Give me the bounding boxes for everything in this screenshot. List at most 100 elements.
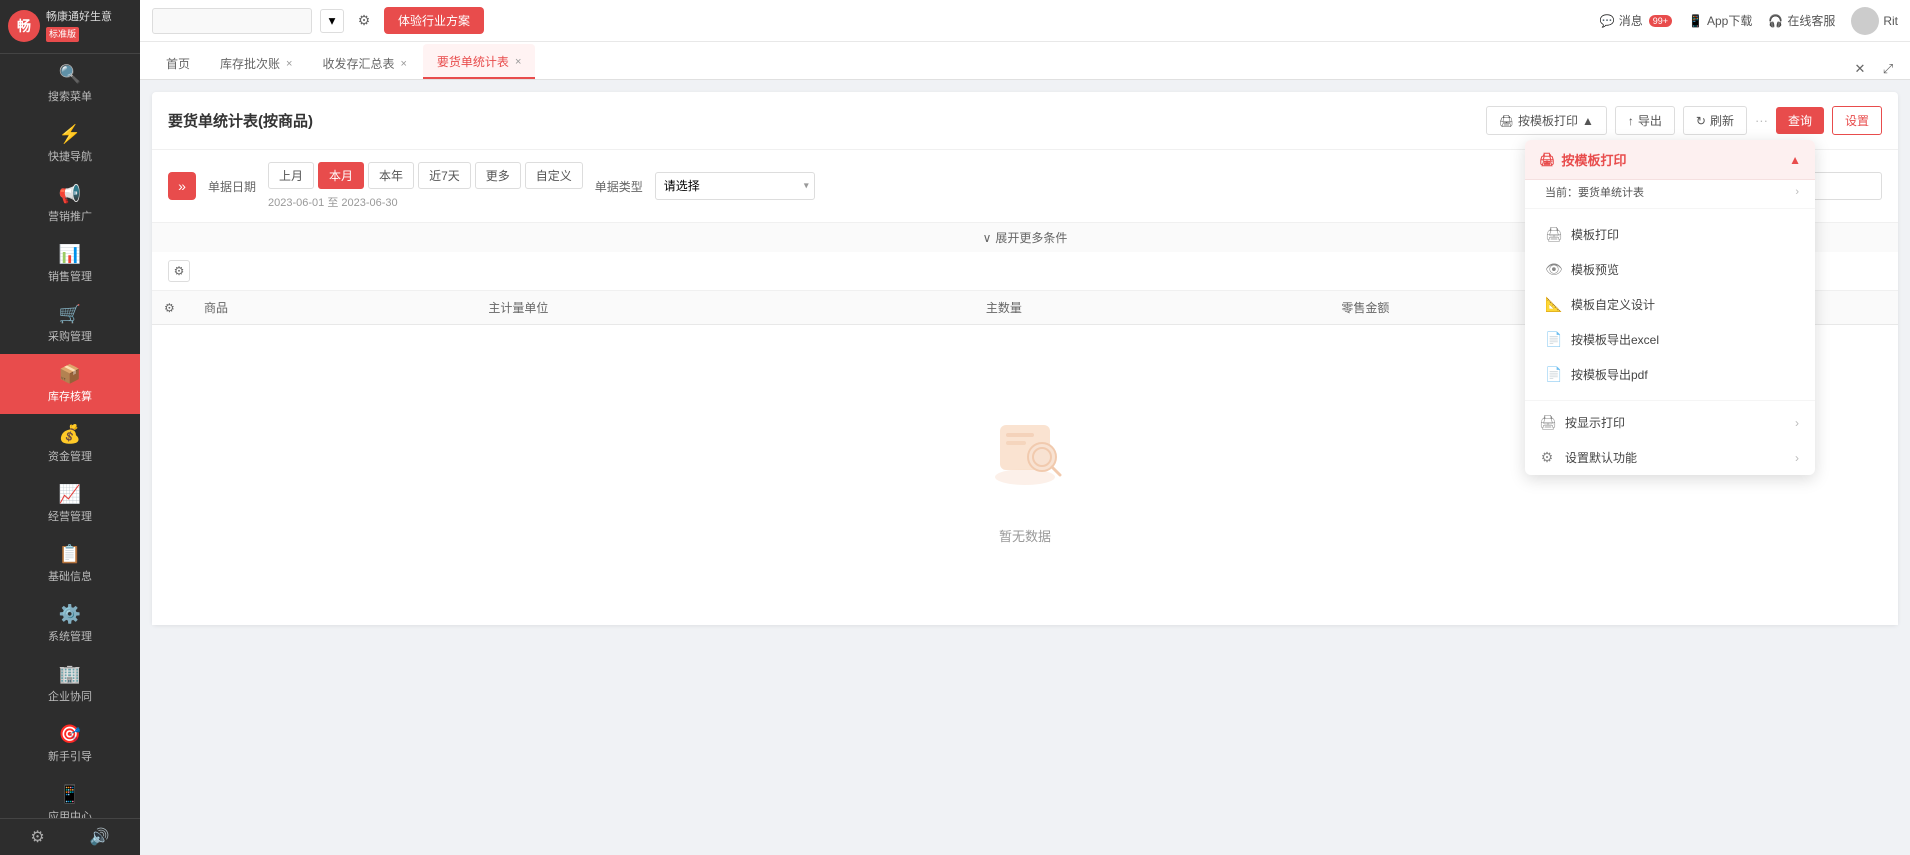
table-settings-btn[interactable]: ⚙: [168, 260, 190, 282]
dropdown-current-text: 当前：要货单统计表: [1545, 184, 1644, 200]
sidebar-item-label: 企业协同: [48, 688, 92, 704]
dropdown-item-export-pdf[interactable]: 📄 按模板导出pdf: [1525, 357, 1815, 392]
dropdown-sub-set-default[interactable]: ⚙ 设置默认功能 ›: [1525, 440, 1815, 475]
topbar-dropdown-btn[interactable]: ▾: [320, 9, 344, 33]
sidebar-item-finance[interactable]: 💰 资金管理: [0, 414, 140, 474]
dropdown-header: 🖨 按模板打印 ▲: [1525, 140, 1815, 180]
sidebar: 畅 畅康通好生意 标准版 🔍 搜索菜单 ⚡ 快捷导航 📢 营销推广 📊 销售管理…: [0, 0, 140, 855]
inventory-icon: 📦: [59, 364, 81, 385]
current-month-btn[interactable]: 本月: [318, 162, 364, 189]
dropdown-item-template-custom[interactable]: 📐 模板自定义设计: [1525, 287, 1815, 322]
app-download-btn[interactable]: 📱 App下载: [1688, 12, 1752, 29]
sidebar-item-purchase[interactable]: 🛒 采购管理: [0, 294, 140, 354]
print-btn-label: 按模板打印: [1518, 112, 1578, 129]
settings-btn[interactable]: 设置: [1832, 106, 1882, 135]
sidebar-item-marketing[interactable]: 📢 营销推广: [0, 174, 140, 234]
dropdown-item-template-preview[interactable]: 👁 模板预览: [1525, 252, 1815, 287]
tab-receipts-summary[interactable]: 收发存汇总表 ×: [308, 46, 420, 79]
online-service-btn[interactable]: 🎧 在线客服: [1768, 12, 1835, 29]
headset-icon: 🎧: [1768, 14, 1783, 28]
more-icon[interactable]: ···: [1755, 113, 1768, 128]
dropdown-items-section: 🖨 模板打印 👁 模板预览 📐 模板自定义设计 📄 按模板导出excel 📄 按…: [1525, 213, 1815, 396]
sales-icon: 📊: [59, 244, 81, 265]
dropdown-sub-display-left: 🖨 按显示打印: [1539, 414, 1625, 431]
sidebar-item-operation[interactable]: 📈 经营管理: [0, 474, 140, 534]
tab-receipts-summary-label: 收发存汇总表: [322, 55, 394, 72]
topbar-gear-icon[interactable]: ⚙: [352, 9, 376, 33]
dropdown-item-template-print[interactable]: 🖨 模板打印: [1525, 217, 1815, 252]
dropdown-sub-default-label: 设置默认功能: [1565, 449, 1637, 466]
dropdown-sub-display-print[interactable]: 🖨 按显示打印 ›: [1525, 405, 1815, 440]
sidebar-item-shortcut[interactable]: ⚡ 快捷导航: [0, 114, 140, 174]
export-btn-label: 导出: [1638, 112, 1662, 129]
messages-btn[interactable]: 💬 消息 99+: [1600, 12, 1672, 29]
dropdown-item-export-excel[interactable]: 📄 按模板导出excel: [1525, 322, 1815, 357]
date-buttons-group: 上月 本月 本年 近7天 更多 自定义 2023-06-01 至 2023-06…: [268, 162, 583, 210]
sidebar-item-sales[interactable]: 📊 销售管理: [0, 234, 140, 294]
empty-state-text: 暂无数据: [999, 526, 1051, 545]
messages-label: 消息: [1619, 12, 1643, 29]
page-title: 要货单统计表(按商品): [168, 110, 313, 131]
type-select[interactable]: 请选择: [655, 172, 815, 200]
sidebar-item-enterprise[interactable]: 🏢 企业协同: [0, 654, 140, 714]
tab-window-buttons: ✕ ⤢: [1850, 59, 1898, 79]
window-maximize-btn[interactable]: ⤢: [1878, 59, 1898, 79]
date-range-display: 2023-06-01 至 2023-06-30: [268, 194, 583, 210]
sidebar-item-newguide[interactable]: 🎯 新手引导: [0, 714, 140, 774]
tab-receipts-summary-close[interactable]: ×: [400, 58, 406, 70]
logo-tag: 标准版: [46, 27, 79, 42]
export-btn[interactable]: ↑ 导出: [1615, 106, 1675, 135]
tab-order-stats-label: 要货单统计表: [437, 53, 509, 70]
filter-expand-btn[interactable]: »: [168, 172, 196, 200]
more-date-btn[interactable]: 更多: [475, 162, 521, 189]
dropdown-item-template-custom-label: 模板自定义设计: [1571, 296, 1655, 313]
sidebar-item-basic[interactable]: 📋 基础信息: [0, 534, 140, 594]
prev-month-btn[interactable]: 上月: [268, 162, 314, 189]
user-label: Rit: [1883, 14, 1898, 28]
sidebar-item-label: 资金管理: [48, 448, 92, 464]
search-icon: 🔍: [59, 64, 81, 85]
sidebar-item-label: 销售管理: [48, 268, 92, 284]
window-close-btn[interactable]: ✕: [1850, 59, 1870, 79]
current-year-btn[interactable]: 本年: [368, 162, 414, 189]
query-btn[interactable]: 查询: [1776, 107, 1824, 134]
topbar-search-input[interactable]: [152, 8, 312, 34]
logo-icon: 畅: [8, 10, 40, 42]
sidebar-item-inventory[interactable]: 📦 库存核算: [0, 354, 140, 414]
settings-bottom-btn[interactable]: ⚙: [30, 827, 44, 847]
sidebar-item-search[interactable]: 🔍 搜索菜单: [0, 54, 140, 114]
tab-inventory-batch[interactable]: 库存批次账 ×: [206, 46, 306, 79]
tab-order-stats[interactable]: 要货单统计表 ×: [423, 44, 535, 79]
dropdown-item-template-preview-label: 模板预览: [1571, 261, 1619, 278]
speaker-bottom-btn[interactable]: 🔊: [90, 827, 110, 847]
sidebar-item-label: 系统管理: [48, 628, 92, 644]
sidebar-item-system[interactable]: ⚙️ 系统管理: [0, 594, 140, 654]
logo-name: 畅康通好生意: [46, 10, 112, 25]
last-7-days-btn[interactable]: 近7天: [418, 162, 471, 189]
print-btn[interactable]: 🖨 按模板打印 ▲: [1486, 106, 1607, 135]
sidebar-item-appcenter[interactable]: 📱 应用中心: [0, 774, 140, 818]
date-buttons-row: 上月 本月 本年 近7天 更多 自定义: [268, 162, 583, 189]
dropdown-sub-display-label: 按显示打印: [1565, 414, 1625, 431]
purchase-icon: 🛒: [59, 304, 81, 325]
user-avatar[interactable]: Rit: [1851, 7, 1898, 35]
sidebar-item-label: 快捷导航: [48, 148, 92, 164]
tab-inventory-batch-close[interactable]: ×: [286, 58, 292, 70]
dropdown-printer-icon: 🖨: [1539, 152, 1556, 168]
dropdown-item-export-excel-label: 按模板导出excel: [1571, 331, 1659, 348]
tab-inventory-batch-label: 库存批次账: [220, 55, 280, 72]
expand-more-text: 展开更多条件: [995, 229, 1067, 246]
printer-icon: 🖨: [1499, 114, 1514, 128]
finance-icon: 💰: [59, 424, 81, 445]
display-print-arrow: ›: [1795, 416, 1799, 430]
template-custom-icon: 📐: [1545, 296, 1561, 313]
custom-date-btn[interactable]: 自定义: [525, 162, 583, 189]
experience-btn[interactable]: 体验行业方案: [384, 7, 484, 34]
export-excel-icon: 📄: [1545, 331, 1561, 348]
tab-order-stats-close[interactable]: ×: [515, 56, 521, 68]
sidebar-item-label: 搜索菜单: [48, 88, 92, 104]
dropdown-chevron-icon[interactable]: ▲: [1789, 153, 1801, 167]
shortcut-icon: ⚡: [59, 124, 81, 145]
refresh-btn[interactable]: ↻ 刷新: [1683, 106, 1747, 135]
tab-home[interactable]: 首页: [152, 46, 204, 79]
